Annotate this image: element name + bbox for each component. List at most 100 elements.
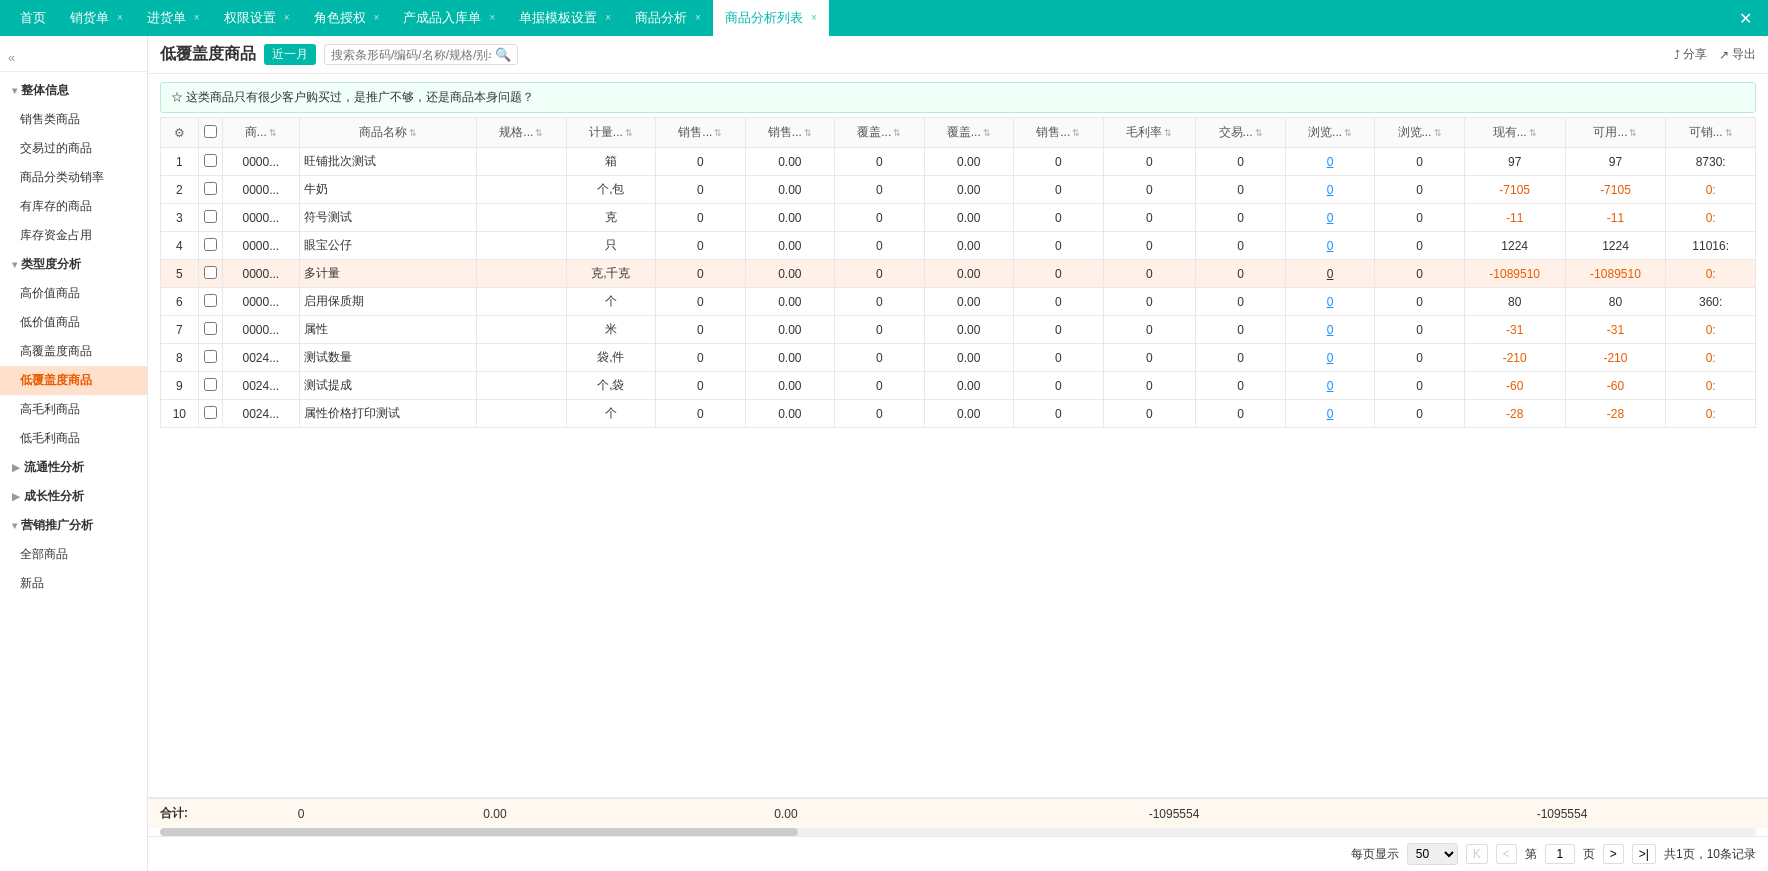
search-input[interactable] (331, 48, 491, 62)
row-view1[interactable]: 0 (1285, 148, 1374, 176)
per-page-select[interactable]: 50 100 200 (1407, 843, 1458, 865)
sidebar-item-inventory-capital[interactable]: 库存资金占用 (0, 221, 147, 250)
data-table-container[interactable]: ⚙ 商...⇅ 商品名称⇅ 规格...⇅ 计量...⇅ 销售...⇅ 销售...… (148, 117, 1768, 797)
row-checkbox-cell[interactable] (198, 344, 222, 372)
row-view1[interactable]: 0 (1285, 176, 1374, 204)
sidebar-group-overall[interactable]: ▾ 整体信息 (0, 76, 147, 105)
close-goods-analysis-list-tab-icon[interactable]: × (811, 0, 817, 36)
col-unit[interactable]: 计量...⇅ (566, 118, 655, 148)
sidebar-item-category-rate[interactable]: 商品分类动销率 (0, 163, 147, 192)
export-button[interactable]: ↗ 导出 (1719, 46, 1756, 63)
close-template-tab-icon[interactable]: × (605, 0, 611, 36)
row-checkbox[interactable] (204, 182, 217, 195)
row-checkbox[interactable] (204, 294, 217, 307)
row-checkbox[interactable] (204, 322, 217, 335)
sidebar-collapse-btn[interactable]: « (8, 50, 15, 65)
period-button[interactable]: 近一月 (264, 44, 316, 65)
last-page-button[interactable]: >| (1632, 844, 1656, 864)
nav-tab-goods-analysis[interactable]: 商品分析 × (623, 0, 713, 36)
sidebar-item-low-value[interactable]: 低价值商品 (0, 308, 147, 337)
row-checkbox-cell[interactable] (198, 148, 222, 176)
col-saleable[interactable]: 可销...⇅ (1666, 118, 1756, 148)
sidebar-group-flow[interactable]: ▶ 流通性分析 (0, 453, 147, 482)
col-current-stock[interactable]: 现有...⇅ (1464, 118, 1565, 148)
row-num: 7 (161, 316, 199, 344)
sidebar-item-sales-goods[interactable]: 销售类商品 (0, 105, 147, 134)
col-trade[interactable]: 交易...⇅ (1196, 118, 1285, 148)
sidebar-item-high-value[interactable]: 高价值商品 (0, 279, 147, 308)
row-checkbox-cell[interactable] (198, 288, 222, 316)
nav-tab-permission[interactable]: 权限设置 × (212, 0, 302, 36)
close-role-tab-icon[interactable]: × (374, 0, 380, 36)
sidebar-group-type[interactable]: ▾ 类型度分析 (0, 250, 147, 279)
row-checkbox-cell[interactable] (198, 372, 222, 400)
row-checkbox-cell[interactable] (198, 260, 222, 288)
col-gross-margin[interactable]: 毛利率⇅ (1103, 118, 1196, 148)
first-page-button[interactable]: K (1466, 844, 1488, 864)
row-checkbox-cell[interactable] (198, 400, 222, 428)
row-checkbox[interactable] (204, 210, 217, 223)
row-checkbox-cell[interactable] (198, 316, 222, 344)
row-view1[interactable]: 0 (1285, 400, 1374, 428)
close-permission-tab-icon[interactable]: × (284, 0, 290, 36)
sidebar-item-traded-goods[interactable]: 交易过的商品 (0, 134, 147, 163)
nav-tab-role[interactable]: 角色授权 × (302, 0, 392, 36)
nav-tab-template[interactable]: 单据模板设置 × (507, 0, 623, 36)
sidebar-group-growth[interactable]: ▶ 成长性分析 (0, 482, 147, 511)
sidebar-item-low-coverage[interactable]: 低覆盖度商品 (0, 366, 147, 395)
row-view1[interactable]: 0 (1285, 288, 1374, 316)
page-number-input[interactable] (1545, 844, 1575, 864)
settings-icon[interactable]: ⚙ (174, 126, 185, 140)
col-sales3[interactable]: 销售...⇅ (1014, 118, 1103, 148)
row-view1[interactable]: 0 (1285, 344, 1374, 372)
row-checkbox[interactable] (204, 238, 217, 251)
nav-tab-production[interactable]: 产成品入库单 × (391, 0, 507, 36)
row-view1[interactable]: 0 (1285, 316, 1374, 344)
select-all-checkbox[interactable] (204, 125, 217, 138)
col-coverage1[interactable]: 覆盖...⇅ (835, 118, 924, 148)
nav-tab-home[interactable]: 首页 (8, 0, 58, 36)
col-sales-amt[interactable]: 销售...⇅ (745, 118, 834, 148)
row-checkbox[interactable] (204, 266, 217, 279)
row-checkbox-cell[interactable] (198, 176, 222, 204)
sidebar-item-high-margin[interactable]: 高毛利商品 (0, 395, 147, 424)
close-production-tab-icon[interactable]: × (489, 0, 495, 36)
row-checkbox-cell[interactable] (198, 232, 222, 260)
close-all-tabs-button[interactable]: ✕ (1731, 9, 1760, 28)
col-settings[interactable]: ⚙ (161, 118, 199, 148)
sidebar-group-marketing[interactable]: ▾ 营销推广分析 (0, 511, 147, 540)
col-spec[interactable]: 规格...⇅ (477, 118, 566, 148)
row-checkbox[interactable] (204, 406, 217, 419)
row-checkbox-cell[interactable] (198, 204, 222, 232)
close-purchase-tab-icon[interactable]: × (194, 0, 200, 36)
col-name[interactable]: 商品名称⇅ (299, 118, 476, 148)
sidebar-item-stocked-goods[interactable]: 有库存的商品 (0, 192, 147, 221)
nav-tab-purchase[interactable]: 进货单 × (135, 0, 212, 36)
prev-page-button[interactable]: < (1496, 844, 1517, 864)
horizontal-scrollbar[interactable] (160, 828, 1756, 836)
share-button[interactable]: ⤴ 分享 (1674, 46, 1707, 63)
next-page-button[interactable]: > (1603, 844, 1624, 864)
sidebar-item-high-coverage[interactable]: 高覆盖度商品 (0, 337, 147, 366)
sidebar-item-new-goods[interactable]: 新品 (0, 569, 147, 598)
close-sales-tab-icon[interactable]: × (117, 0, 123, 36)
col-sales-qty[interactable]: 销售...⇅ (656, 118, 745, 148)
col-code[interactable]: 商...⇅ (222, 118, 299, 148)
row-checkbox[interactable] (204, 350, 217, 363)
col-available-stock[interactable]: 可用...⇅ (1565, 118, 1666, 148)
nav-tab-goods-analysis-list[interactable]: 商品分析列表 × (713, 0, 829, 36)
search-icon[interactable]: 🔍 (495, 47, 511, 62)
col-coverage2[interactable]: 覆盖...⇅ (924, 118, 1013, 148)
col-view1[interactable]: 浏览...⇅ (1285, 118, 1374, 148)
nav-tab-sales[interactable]: 销货单 × (58, 0, 135, 36)
col-view2[interactable]: 浏览...⇅ (1375, 118, 1464, 148)
sidebar-item-all-goods[interactable]: 全部商品 (0, 540, 147, 569)
row-view1[interactable]: 0 (1285, 204, 1374, 232)
row-view1[interactable]: 0 (1285, 232, 1374, 260)
row-checkbox[interactable] (204, 378, 217, 391)
row-view1[interactable]: 0 (1285, 372, 1374, 400)
sidebar-item-low-margin[interactable]: 低毛利商品 (0, 424, 147, 453)
close-goods-analysis-tab-icon[interactable]: × (695, 0, 701, 36)
row-view1[interactable]: 0 (1285, 260, 1374, 288)
row-checkbox[interactable] (204, 154, 217, 167)
